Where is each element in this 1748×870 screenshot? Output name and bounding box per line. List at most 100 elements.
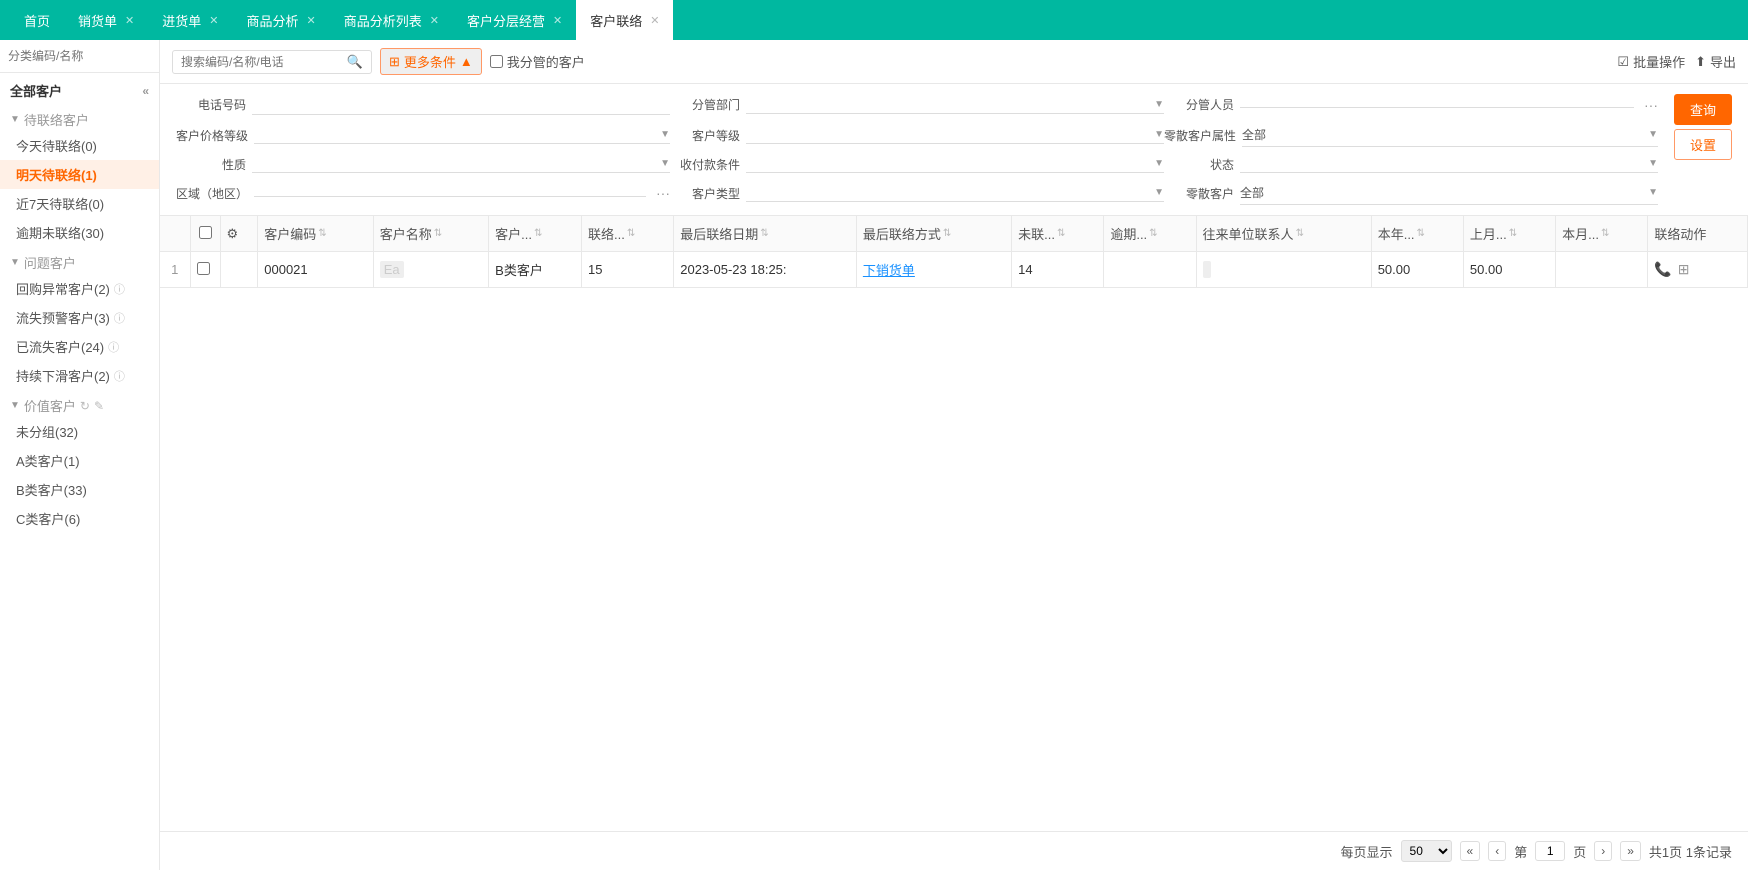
close-customer-seg-icon[interactable]: ✕ [553,14,562,27]
cell-checkbox [190,252,220,288]
batch-op-btn[interactable]: ☑ 批量操作 [1617,52,1685,71]
col-gear[interactable]: ⚙ [220,216,258,252]
my-customer-checkbox-label[interactable]: 我分管的客户 [490,52,585,71]
sidebar-item-lost2[interactable]: 已流失客户(24) ⓘ [0,332,159,361]
first-page-btn[interactable]: « [1460,841,1481,861]
my-customer-checkbox[interactable] [490,55,503,68]
sidebar-search-input[interactable] [8,49,160,63]
close-purchase-icon[interactable]: ✕ [209,14,218,27]
filter-cell-grade: 客户等级 ▼ [670,126,1164,144]
col-name[interactable]: 客户名称 ⇅ [373,216,488,252]
customer-table: ⚙ 客户编码 ⇅ 客户名称 ⇅ [160,216,1748,288]
col-this-month[interactable]: 本月... ⇅ [1556,216,1648,252]
all-customers-title[interactable]: 全部客户 « [0,73,159,104]
col-last-month[interactable]: 上月... ⇅ [1463,216,1555,252]
row-checkbox[interactable] [197,262,210,275]
nav-customer-contact[interactable]: 客户联络 ✕ [576,0,673,40]
more-filter-btn[interactable]: ⊞ 更多条件 ▲ [380,48,482,75]
col-unit-contact[interactable]: 往来单位联系人 ⇅ [1196,216,1371,252]
cell-contact: 15 [582,252,674,288]
value-refresh-icon[interactable]: ↻ [80,399,90,413]
export-btn[interactable]: ⬆ 导出 [1695,52,1736,71]
close-sales-icon[interactable]: ✕ [125,14,134,27]
search-box[interactable]: 🔍 [172,50,372,74]
sidebar-item-c-class[interactable]: C类客户(6) [0,504,159,533]
sidebar-item-tomorrow[interactable]: 明天待联络(1) [0,160,159,189]
filter-label-grade: 客户等级 [670,127,740,144]
per-page-select[interactable]: 50 100 200 [1401,840,1452,862]
cell-last-contact-way[interactable]: 下销货单 [856,252,1011,288]
filter-select-price-level[interactable]: ▼ [254,126,670,144]
nav-purchase[interactable]: 进货单 ✕ [148,0,232,40]
filter-select-nature[interactable]: ▼ [252,155,670,173]
filter-dots-manager[interactable]: ··· [1644,97,1658,113]
info-icon-lost2: ⓘ [108,339,119,355]
filter-select-status[interactable]: ▼ [1240,155,1658,173]
sidebar-item-overdue[interactable]: 逾期未联络(30) [0,218,159,247]
last-page-btn[interactable]: » [1620,841,1641,861]
sidebar-item-a-class[interactable]: A类客户(1) [0,446,159,475]
table-area: ⚙ 客户编码 ⇅ 客户名称 ⇅ [160,216,1748,831]
filter-row-2: 客户价格等级 ▼ 客户等级 ▼ [176,123,1658,147]
nav-sales[interactable]: 销货单 ✕ [64,0,148,40]
settings-btn[interactable]: 设置 [1674,129,1732,160]
col-overdue[interactable]: 逾期... ⇅ [1104,216,1196,252]
filter-dots-region[interactable]: ··· [656,185,670,201]
value-edit-icon[interactable]: ✎ [94,399,104,413]
gear-icon[interactable]: ⚙ [227,226,239,241]
col-year[interactable]: 本年... ⇅ [1371,216,1463,252]
col-code[interactable]: 客户编码 ⇅ [258,216,373,252]
filter-select-dept[interactable]: ▼ [746,96,1164,114]
filter-select-cust-type[interactable]: ▼ [746,184,1164,202]
sidebar-item-repurchase[interactable]: 回购异常客户(2) ⓘ [0,274,159,303]
pagination-bar: 每页显示 50 100 200 « ‹ 第 页 › » 共1页 1条记录 [160,831,1748,870]
filter-cell-region: 区域（地区） ··· [176,185,670,202]
close-analysis-icon[interactable]: ✕ [307,14,316,27]
col-contact[interactable]: 联络... ⇅ [582,216,674,252]
sidebar-item-lost[interactable]: 流失预警客户(3) ⓘ [0,303,159,332]
nav-home[interactable]: 首页 [10,0,64,40]
select-all-checkbox[interactable] [199,226,212,239]
sort-way-icon: ⇅ [943,228,951,239]
sidebar-collapse-btn[interactable]: « [142,84,149,98]
action-phone-icon[interactable]: 📞 [1654,261,1671,278]
filter-label-status: 状态 [1164,156,1234,173]
nav-analysis[interactable]: 商品分析 ✕ [232,0,329,40]
sidebar-search-box[interactable]: 🔍 [0,40,159,73]
search-input[interactable] [181,55,341,69]
nav-customer-seg[interactable]: 客户分层经营 ✕ [453,0,576,40]
page-input[interactable] [1535,841,1565,861]
prev-page-btn[interactable]: ‹ [1488,841,1506,861]
close-analysis-list-icon[interactable]: ✕ [430,14,439,27]
col-last-contact-way[interactable]: 最后联络方式 ⇅ [856,216,1011,252]
sidebar-item-decline[interactable]: 持续下滑客户(2) ⓘ [0,361,159,390]
filter-action-btns: 查询 设置 [1674,94,1732,205]
next-page-btn[interactable]: › [1594,841,1612,861]
sort-contact-icon: ⇅ [627,228,635,239]
action-more-icon[interactable]: ⊞ [1678,261,1690,278]
query-btn[interactable]: 查询 [1674,94,1732,125]
filter-select-grade[interactable]: ▼ [746,126,1164,144]
close-customer-contact-icon[interactable]: ✕ [650,14,659,27]
filter-row-4: 区域（地区） ··· 客户类型 ▼ [176,181,1658,205]
sidebar-item-today[interactable]: 今天待联络(0) [0,131,159,160]
filter-select-manager[interactable] [1240,101,1634,108]
col-type[interactable]: 客户... ⇅ [489,216,582,252]
filter-select-retail[interactable]: 全部 ▼ [1240,181,1658,205]
caret-up-icon: ▲ [460,54,473,69]
sidebar-item-ungroup[interactable]: 未分组(32) [0,417,159,446]
col-last-contact-date[interactable]: 最后联络日期 ⇅ [674,216,857,252]
sidebar-item-week[interactable]: 近7天待联络(0) [0,189,159,218]
filter-select-region[interactable] [254,190,646,197]
cell-name: Ea [373,252,488,288]
search-icon[interactable]: 🔍 [347,54,363,70]
sidebar-item-b-class[interactable]: B类客户(33) [0,475,159,504]
cell-gear [220,252,258,288]
contact-way-link[interactable]: 下销货单 [863,263,915,278]
nav-analysis-list[interactable]: 商品分析列表 ✕ [330,0,453,40]
col-not-contact[interactable]: 未联... ⇅ [1012,216,1104,252]
filter-input-phone[interactable] [252,94,670,115]
filter-select-retail-attr[interactable]: 全部 ▼ [1242,123,1658,147]
filter-select-payment[interactable]: ▼ [746,155,1164,173]
filter-label-price-level: 客户价格等级 [176,127,248,144]
